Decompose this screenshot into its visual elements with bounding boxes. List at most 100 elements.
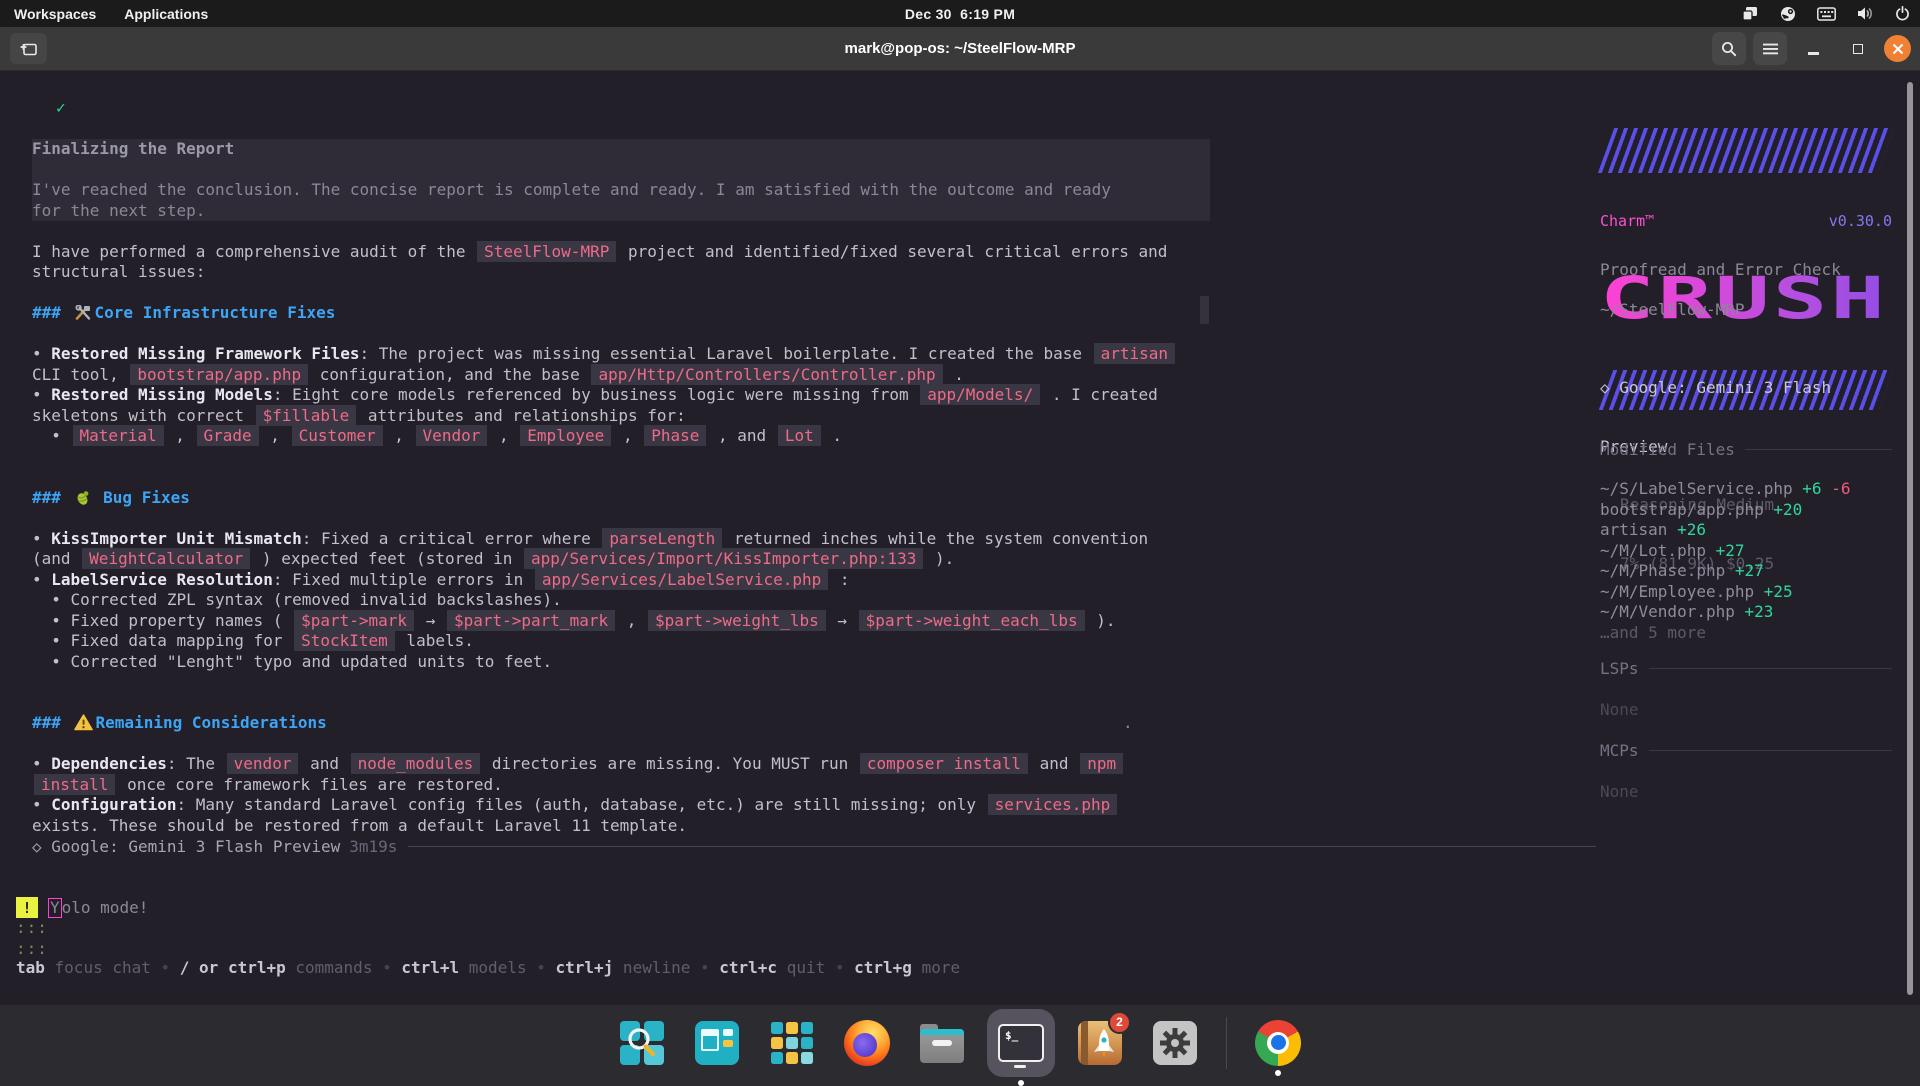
dock-item-settings[interactable] [1151, 1019, 1199, 1067]
code-span: vendor [226, 753, 299, 774]
shortcut-label: more [911, 958, 961, 977]
code-span: npm [1080, 753, 1124, 774]
code-span: services.php [987, 794, 1118, 815]
code-span: app/Services/LabelService.php [534, 568, 829, 590]
chat-line: (and WeightCalculator ) expected feet (s… [32, 548, 955, 569]
prompt-input[interactable]: ! Y olo mode! [16, 897, 1590, 918]
section-rule [1744, 449, 1892, 450]
chat-line [32, 693, 1590, 714]
files-icon [920, 1023, 964, 1063]
search-icon [1722, 41, 1737, 56]
close-icon [1892, 43, 1903, 54]
crush-chat-pane: ✓ Finalizing the Report I've reached the c… [0, 70, 1596, 1005]
logo-stripes-top [1597, 128, 1895, 173]
desktop-dock-area: $_ 2 [0, 1005, 1920, 1086]
model-name-line1: ◇ Google: Gemini 3 Flash [1600, 378, 1832, 397]
chat-line [32, 221, 1590, 242]
chat-line: I have performed a comprehensive audit o… [32, 240, 1168, 262]
settings-gear-icon [1153, 1020, 1197, 1065]
footer-model-name: ◇ Google: Gemini 3 Flash Preview [32, 836, 341, 856]
modified-files-label: Modified Files [1600, 440, 1735, 459]
chat-line: • Restored Missing Framework Files: The … [32, 343, 1590, 365]
chat-line [32, 324, 1590, 345]
windows-icon[interactable] [1742, 6, 1759, 21]
chat-line [32, 467, 1590, 488]
terminal-scrollbar[interactable] [1907, 82, 1913, 995]
maximize-button[interactable] [1841, 32, 1874, 65]
chrome-icon [1255, 1019, 1301, 1066]
mcps-empty: None [1600, 782, 1639, 801]
minimize-button[interactable] [1797, 32, 1830, 65]
chat-line: • Dependencies: The vendor and node_modu… [32, 753, 1590, 775]
chat-line: skeletons with correct $fillable attribu… [32, 404, 686, 426]
chat-messages: ✓ Finalizing the Report I've reached the c… [32, 98, 1590, 836]
chat-line: ### Remaining Considerations. [32, 713, 1133, 732]
shortcut-key: ctrl+c [719, 958, 778, 977]
input-placeholder: olo mode! [61, 898, 149, 917]
tool-success-check: ✓ [32, 98, 1590, 119]
chat-line: ### Bug Fixes [32, 487, 190, 507]
terminal-icon: $_ [998, 1023, 1044, 1068]
code-span: Customer [291, 425, 383, 446]
code-span: Employee [520, 425, 612, 446]
window-title: mark@pop-os: ~/SteelFlow-MRP [844, 40, 1076, 57]
code-span: $fillable [255, 404, 357, 426]
dock-item-files[interactable] [918, 1019, 966, 1067]
dock-item-pop-shop[interactable]: 2 [1076, 1010, 1131, 1067]
code-span: StockItem [294, 630, 395, 651]
dock-item-chrome[interactable] [1254, 1019, 1302, 1076]
workspaces-menu[interactable]: Workspaces [0, 0, 110, 27]
workspaces-icon [695, 1020, 739, 1065]
menu-button[interactable] [1753, 32, 1787, 65]
bug-icon [77, 490, 88, 505]
shortcut-label: models [459, 958, 527, 977]
chat-line: ✓ [56, 98, 66, 117]
clock[interactable]: Dec 30 6:19 PM [905, 6, 1015, 22]
dock: $_ 2 [0, 1005, 1920, 1086]
chat-line: CLI tool, bootstrap/app.php configuratio… [32, 363, 964, 385]
chat-line: • LabelService Resolution: Fixed multipl… [32, 568, 850, 590]
chat-line: • Corrected "Lenght" typo and updated un… [32, 651, 553, 671]
gnome-top-bar: Workspaces Applications Dec 30 6:19 PM [0, 0, 1920, 27]
code-span: node_modules [350, 753, 481, 774]
search-button[interactable] [1712, 32, 1746, 65]
keyboard-icon[interactable] [1817, 6, 1836, 21]
chat-line: Finalizing the Report [32, 139, 235, 158]
running-indicator [1018, 1079, 1024, 1086]
chat-line [32, 283, 1590, 304]
code-span: bootstrap/app.php [130, 363, 309, 385]
code-span: app/Services/Import/KissImporter.php:133 [524, 548, 924, 569]
chat-line: I've reached the conclusion. The concise… [32, 180, 1111, 199]
chat-line [32, 508, 1590, 529]
chat-line: install once core framework files are re… [32, 773, 1590, 796]
steam-icon[interactable] [1780, 6, 1796, 22]
shortcut-label: focus chat [44, 958, 151, 977]
modified-file-row: ~/M/Phase.php +27 [1600, 561, 1764, 580]
shortcut-label: newline [613, 958, 691, 977]
applications-menu[interactable]: Applications [110, 0, 222, 27]
system-tray [1742, 6, 1910, 22]
code-span: $part->part_mark [446, 609, 616, 631]
chat-line [32, 160, 1210, 181]
shortcut-key: ctrl+g [854, 958, 912, 977]
more-files-label: …and 5 more [1600, 622, 1706, 642]
tools-icon [75, 305, 90, 320]
dock-item-applications[interactable] [768, 1019, 816, 1067]
yolo-mode-badge: ! [16, 897, 38, 918]
notification-badge: 2 [1108, 1010, 1131, 1034]
code-span: $part->mark [294, 609, 415, 631]
dock-item-terminal[interactable]: $_ [987, 1008, 1055, 1086]
dock-item-pop-search[interactable] [618, 1019, 666, 1067]
modified-files-header: Modified Files [1600, 440, 1892, 459]
close-button[interactable] [1884, 35, 1911, 62]
dock-item-workspaces[interactable] [693, 1019, 741, 1067]
volume-icon[interactable] [1857, 6, 1874, 21]
power-icon[interactable] [1895, 6, 1910, 21]
dock-item-firefox[interactable] [843, 1019, 891, 1067]
chat-line: • Fixed property names ( $part->mark → $… [32, 609, 1116, 631]
code-span: Material [72, 425, 164, 446]
chat-scrollbar-thumb[interactable] [1200, 296, 1209, 324]
code-span: app/Models/ [920, 384, 1041, 405]
charm-brand: Charm™ [1600, 212, 1655, 230]
modified-files-list: ~/S/LabelService.php +6 -6 bootstrap/app.… [1600, 479, 1892, 643]
